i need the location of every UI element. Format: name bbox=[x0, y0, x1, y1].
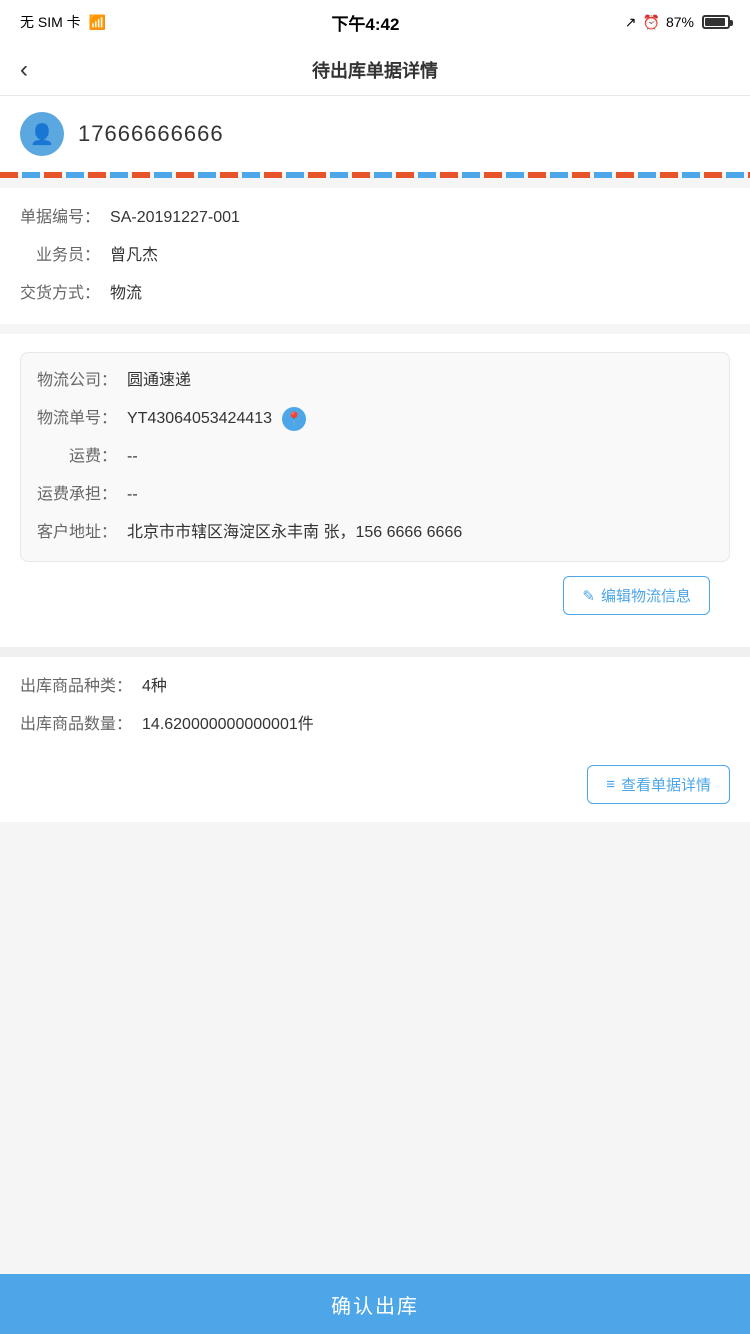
customer-header: 👤 17666666666 bbox=[0, 96, 750, 172]
view-detail-button[interactable]: ≡ 查看单据详情 bbox=[587, 765, 730, 804]
back-button[interactable]: ‹ bbox=[12, 48, 36, 92]
address-label: 客户地址： bbox=[37, 521, 127, 545]
status-right: ↗ ⏰ 87% bbox=[625, 14, 730, 31]
goods-type-row: 出库商品种类： 4种 bbox=[20, 675, 730, 699]
sales-person-value: 曾凡杰 bbox=[110, 244, 730, 268]
goods-summary-section: 出库商品种类： 4种 出库商品数量： 14.620000000000001件 bbox=[0, 657, 750, 755]
battery-percent: 87% bbox=[666, 14, 694, 30]
order-no-label: 单据编号： bbox=[20, 206, 110, 230]
order-info-section: 单据编号： SA-20191227-001 业务员： 曾凡杰 交货方式： 物流 bbox=[0, 188, 750, 324]
dashed-divider bbox=[0, 172, 750, 178]
section-separator bbox=[0, 647, 750, 657]
confirm-btn-label: 确认出库 bbox=[331, 1290, 419, 1319]
document-icon: ≡ bbox=[606, 776, 615, 793]
status-left: 无 SIM 卡 📶 bbox=[20, 12, 106, 32]
logistics-company-label: 物流公司： bbox=[37, 369, 127, 393]
goods-type-value: 4种 bbox=[142, 675, 730, 699]
address-row: 客户地址： 北京市市辖区海淀区永丰南 张，156 6666 6666 bbox=[37, 521, 713, 545]
location-service-icon: ↗ bbox=[625, 14, 637, 31]
goods-quantity-row: 出库商品数量： 14.620000000000001件 bbox=[20, 713, 730, 737]
order-no-row: 单据编号： SA-20191227-001 bbox=[20, 206, 730, 230]
logistics-company-value: 圆通速递 bbox=[127, 369, 713, 393]
nav-bar: ‹ 待出库单据详情 bbox=[0, 44, 750, 96]
view-detail-btn-row: ≡ 查看单据详情 bbox=[0, 755, 750, 822]
freight-bear-value: -- bbox=[127, 483, 713, 507]
alarm-icon: ⏰ bbox=[643, 14, 660, 31]
view-detail-label: 查看单据详情 bbox=[621, 774, 711, 795]
goods-type-label: 出库商品种类： bbox=[20, 675, 142, 699]
page-title: 待出库单据详情 bbox=[312, 57, 438, 83]
goods-quantity-label: 出库商品数量： bbox=[20, 713, 142, 737]
delivery-method-row: 交货方式： 物流 bbox=[20, 282, 730, 306]
goods-quantity-value: 14.620000000000001件 bbox=[142, 713, 730, 737]
customer-phone: 17666666666 bbox=[78, 121, 224, 147]
freight-bear-row: 运费承担： -- bbox=[37, 483, 713, 507]
wifi-icon: 📶 bbox=[89, 14, 106, 31]
tracking-no-value: YT43064053424413 📍 bbox=[127, 407, 713, 431]
status-bar: 无 SIM 卡 📶 下午4:42 ↗ ⏰ 87% bbox=[0, 0, 750, 44]
tracking-location-icon[interactable]: 📍 bbox=[282, 407, 306, 431]
freight-bear-label: 运费承担： bbox=[37, 483, 127, 507]
edit-logistics-label: 编辑物流信息 bbox=[601, 585, 691, 606]
logistics-card: 物流公司： 圆通速递 物流单号： YT43064053424413 📍 运费： … bbox=[20, 352, 730, 562]
address-value: 北京市市辖区海淀区永丰南 张，156 6666 6666 bbox=[127, 521, 713, 545]
edit-logistics-btn-row: ✎ 编辑物流信息 bbox=[20, 562, 730, 629]
sales-person-row: 业务员： 曾凡杰 bbox=[20, 244, 730, 268]
tracking-no-label: 物流单号： bbox=[37, 407, 127, 431]
confirm-outbound-button[interactable]: 确认出库 bbox=[0, 1274, 750, 1334]
freight-value: -- bbox=[127, 445, 713, 469]
bottom-spacer bbox=[0, 822, 750, 1022]
logistics-section: 物流公司： 圆通速递 物流单号： YT43064053424413 📍 运费： … bbox=[0, 334, 750, 647]
avatar: 👤 bbox=[20, 112, 64, 156]
logistics-company-row: 物流公司： 圆通速递 bbox=[37, 369, 713, 393]
edit-logistics-button[interactable]: ✎ 编辑物流信息 bbox=[563, 576, 710, 615]
carrier-label: 无 SIM 卡 bbox=[20, 12, 81, 32]
delivery-method-label: 交货方式： bbox=[20, 282, 110, 306]
freight-label: 运费： bbox=[37, 445, 127, 469]
tracking-no-row: 物流单号： YT43064053424413 📍 bbox=[37, 407, 713, 431]
edit-icon: ✎ bbox=[582, 587, 595, 605]
delivery-method-value: 物流 bbox=[110, 282, 730, 306]
freight-row: 运费： -- bbox=[37, 445, 713, 469]
status-time: 下午4:42 bbox=[331, 10, 399, 35]
sales-person-label: 业务员： bbox=[20, 244, 110, 268]
battery-icon bbox=[702, 15, 730, 29]
order-no-value: SA-20191227-001 bbox=[110, 206, 730, 230]
avatar-icon: 👤 bbox=[30, 122, 55, 147]
